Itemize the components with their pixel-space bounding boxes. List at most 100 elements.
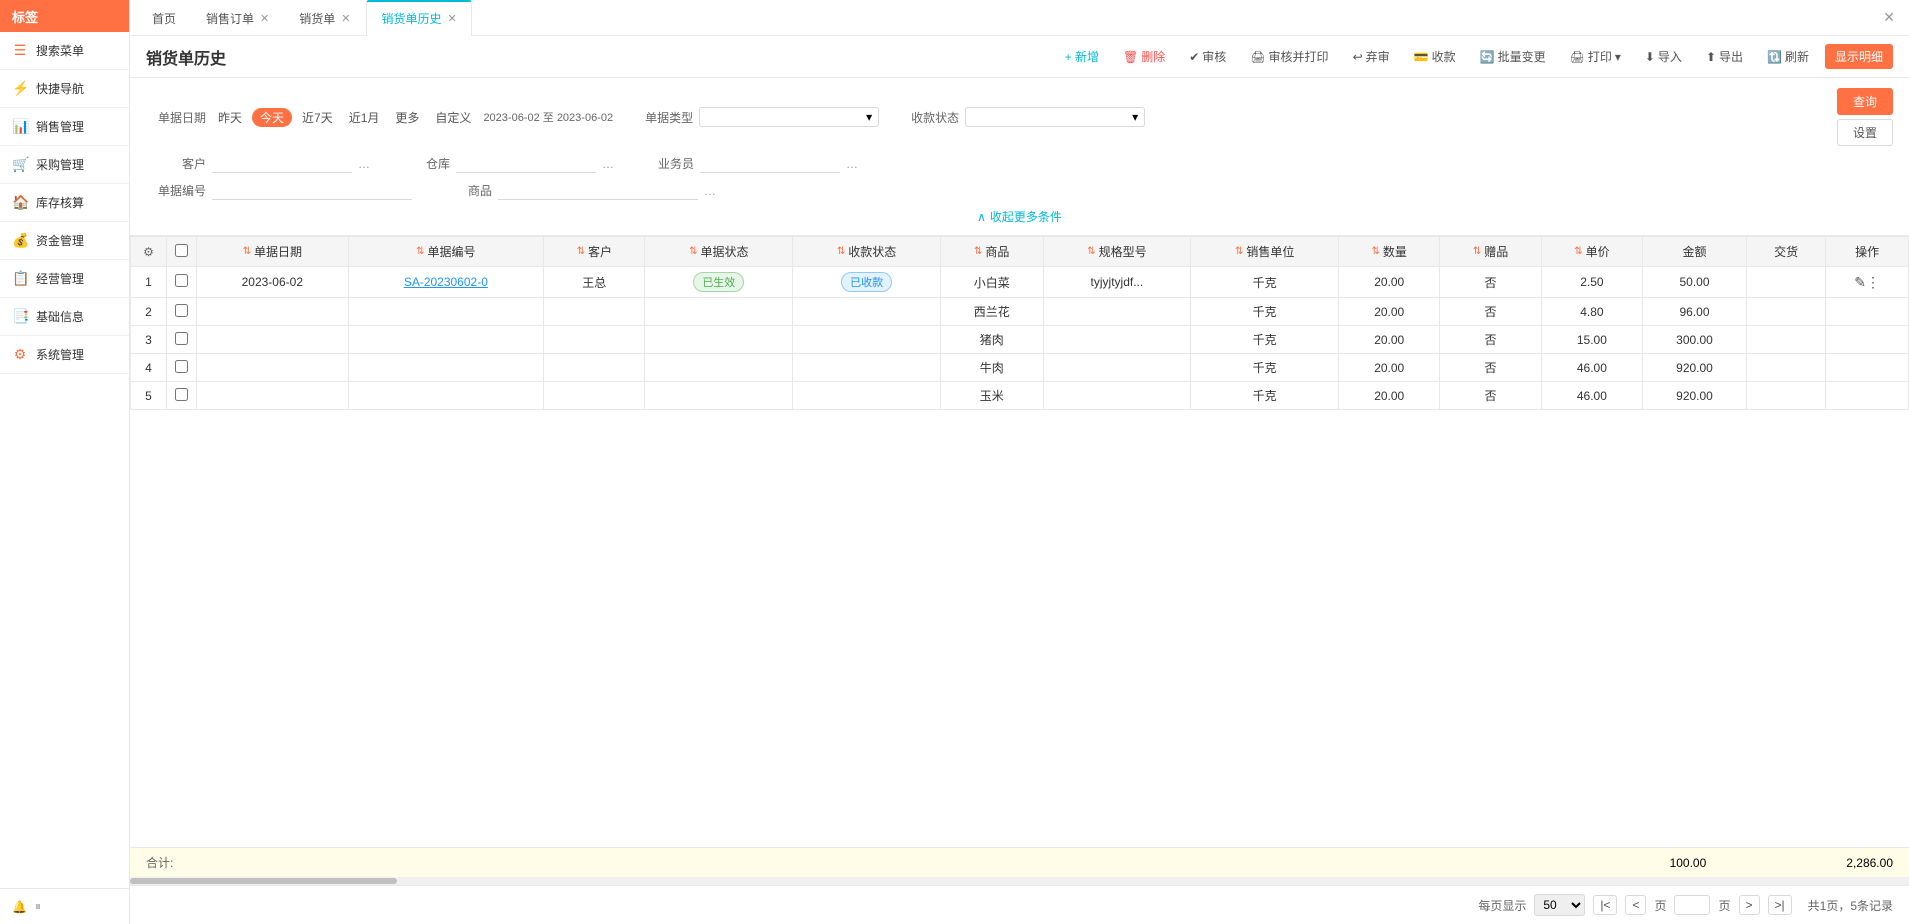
date-btn-today[interactable]: 今天	[252, 108, 292, 127]
row-checkbox[interactable]	[167, 267, 197, 298]
first-page-button[interactable]: |<	[1593, 895, 1617, 915]
horizontal-scrollbar[interactable]	[130, 877, 1909, 885]
doc-no-input[interactable]	[212, 181, 412, 200]
col-quantity[interactable]: ⇅数量	[1339, 237, 1440, 267]
collect-button[interactable]: 💳 收款	[1406, 44, 1464, 69]
export-icon: ⬆	[1706, 50, 1716, 64]
edit-icon[interactable]: ✎	[1854, 274, 1866, 290]
customer-more-icon[interactable]: …	[358, 157, 370, 171]
tab-sales-goods[interactable]: 销货单 ✕	[285, 0, 364, 36]
col-gift[interactable]: ⇅赠品	[1440, 237, 1541, 267]
row-doc-no[interactable]	[348, 382, 543, 410]
tab-sales-history[interactable]: 销货单历史 ✕	[366, 0, 471, 36]
goods-input[interactable]	[498, 181, 698, 200]
row-checkbox[interactable]	[167, 382, 197, 410]
col-spec[interactable]: ⇅规格型号	[1043, 237, 1191, 267]
query-button[interactable]: 查询	[1837, 88, 1893, 115]
settings-button[interactable]: 设置	[1837, 119, 1893, 146]
sidebar-item-purchase-mgmt[interactable]: 🛒 采购管理	[0, 146, 129, 184]
select-all-checkbox[interactable]	[175, 244, 188, 257]
page-number-input[interactable]: 1	[1674, 895, 1710, 915]
sort-icon: ⇅	[416, 246, 424, 257]
row-action[interactable]	[1826, 354, 1909, 382]
sidebar-item-sales-mgmt[interactable]: 📊 销售管理	[0, 108, 129, 146]
prev-page-button[interactable]: <	[1625, 895, 1646, 915]
col-customer[interactable]: ⇅客户	[544, 237, 645, 267]
col-unit[interactable]: ⇅销售单位	[1191, 237, 1339, 267]
col-payment-status[interactable]: ⇅收款状态	[793, 237, 941, 267]
row-action[interactable]	[1826, 326, 1909, 354]
col-doc-no[interactable]: ⇅单据编号	[348, 237, 543, 267]
date-btn-1month[interactable]: 近1月	[343, 108, 386, 127]
row-doc-no[interactable]	[348, 326, 543, 354]
import-button[interactable]: ⬇ 导入	[1637, 44, 1690, 69]
col-doc-date[interactable]: ⇅单据日期	[197, 237, 349, 267]
sidebar-item-sys-mgmt[interactable]: ⚙ 系统管理	[0, 336, 129, 374]
date-btn-yesterday[interactable]: 昨天	[212, 108, 248, 127]
doc-date-label: 单据日期	[146, 109, 206, 126]
row-action[interactable]: ✎⋮	[1826, 267, 1909, 298]
goods-more-icon[interactable]: …	[704, 184, 716, 198]
sidebar-item-quick-nav[interactable]: ⚡ 快捷导航	[0, 70, 129, 108]
col-unit-price[interactable]: ⇅单价	[1541, 237, 1642, 267]
row-doc-no[interactable]: SA-20230602-0	[348, 267, 543, 298]
staff-more-icon[interactable]: …	[846, 157, 858, 171]
sidebar-bottom-icon1[interactable]: 🔔	[12, 900, 27, 914]
row-gift: 否	[1440, 267, 1541, 298]
more-icon[interactable]: ⋮	[1866, 274, 1880, 290]
delete-button[interactable]: 🗑 删除	[1115, 44, 1173, 69]
sort-icon: ⇅	[974, 246, 982, 257]
refresh-button[interactable]: 🔃 刷新	[1759, 44, 1817, 69]
row-amount: 920.00	[1643, 354, 1747, 382]
row-action[interactable]	[1826, 382, 1909, 410]
sidebar-item-finance-mgmt[interactable]: 💰 资金管理	[0, 222, 129, 260]
date-btn-7days[interactable]: 近7天	[296, 108, 339, 127]
row-checkbox[interactable]	[167, 298, 197, 326]
show-detail-button[interactable]: 显示明细	[1825, 44, 1893, 69]
row-action[interactable]	[1826, 298, 1909, 326]
collapse-button[interactable]: ∧ 收起更多条件	[146, 208, 1893, 225]
payment-status-select[interactable]: ▾	[965, 107, 1145, 127]
row-checkbox[interactable]	[167, 326, 197, 354]
sidebar-item-basic-info[interactable]: 📑 基础信息	[0, 298, 129, 336]
doc-type-select[interactable]: ▾	[699, 107, 879, 127]
customer-input[interactable]	[212, 154, 352, 173]
col-goods[interactable]: ⇅商品	[940, 237, 1043, 267]
row-doc-no[interactable]	[348, 298, 543, 326]
approve-print-button[interactable]: 🖨 审核并打印	[1242, 44, 1336, 69]
per-page-select[interactable]: 50 100 200	[1534, 894, 1585, 916]
tab-sales-goods-close[interactable]: ✕	[341, 12, 350, 25]
col-doc-status[interactable]: ⇅单据状态	[645, 237, 793, 267]
finance-mgmt-icon: 💰	[12, 232, 28, 249]
close-all-tabs-button[interactable]: ✕	[1877, 7, 1901, 28]
new-button[interactable]: + 新增	[1057, 44, 1107, 69]
tab-sales-history-close[interactable]: ✕	[448, 12, 457, 25]
sidebar-item-inventory[interactable]: 🏠 库存核算	[0, 184, 129, 222]
approve-button[interactable]: ✔ 审核	[1181, 44, 1234, 69]
date-btn-more[interactable]: 更多	[389, 108, 425, 127]
row-doc-no[interactable]	[348, 354, 543, 382]
export-button[interactable]: ⬆ 导出	[1698, 44, 1751, 69]
tab-sales-order[interactable]: 销售订单 ✕	[192, 0, 283, 36]
tab-sales-order-close[interactable]: ✕	[260, 12, 269, 25]
staff-input[interactable]	[700, 154, 840, 173]
col-settings[interactable]: ⚙	[131, 237, 167, 267]
last-page-button[interactable]: >|	[1768, 895, 1792, 915]
doc-type-label: 单据类型	[633, 109, 693, 126]
col-checkbox[interactable]	[167, 237, 197, 267]
warehouse-input[interactable]	[456, 154, 596, 173]
warehouse-label: 仓库	[390, 155, 450, 172]
col-amount: 金额	[1643, 237, 1747, 267]
row-unit: 千克	[1191, 326, 1339, 354]
date-btn-custom[interactable]: 自定义	[429, 108, 477, 127]
next-page-button[interactable]: >	[1739, 895, 1760, 915]
tab-home[interactable]: 首页	[138, 0, 190, 36]
batch-change-button[interactable]: 🔄 批量变更	[1472, 44, 1554, 69]
sidebar-bottom-icon2[interactable]: ⏸	[35, 899, 41, 914]
sidebar-item-search-menu[interactable]: ☰ 搜索菜单	[0, 32, 129, 70]
sidebar-item-ops-mgmt[interactable]: 📋 经营管理	[0, 260, 129, 298]
warehouse-more-icon[interactable]: …	[602, 157, 614, 171]
print-button[interactable]: 🖨 打印 ▾	[1562, 44, 1629, 69]
abandon-button[interactable]: ↩ 弃审	[1345, 44, 1398, 69]
row-checkbox[interactable]	[167, 354, 197, 382]
